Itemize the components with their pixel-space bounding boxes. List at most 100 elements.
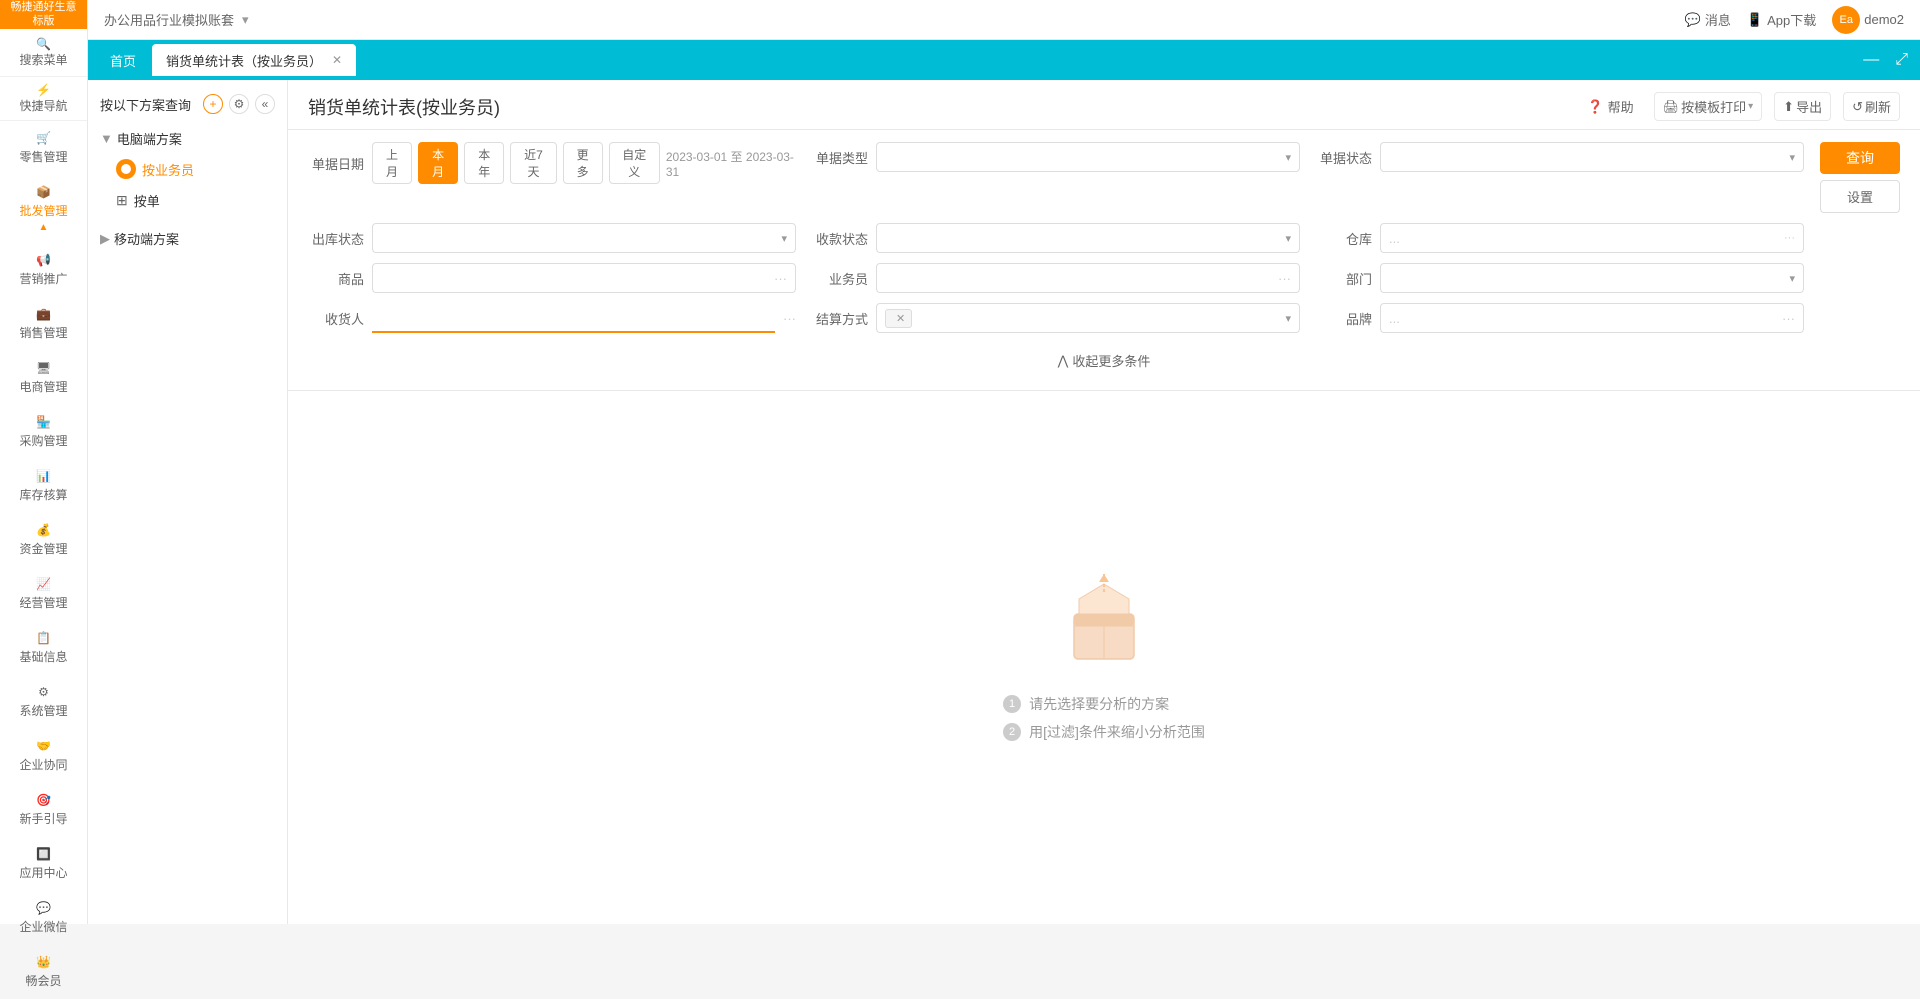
goods-select[interactable]: ···	[372, 263, 796, 293]
app-download-icon: 📱	[1747, 12, 1763, 28]
salesperson-select[interactable]: ···	[876, 263, 1300, 293]
sidebar-item-sales[interactable]: 💼 销售管理	[0, 297, 87, 351]
guide-icon: 🎯	[36, 793, 51, 807]
brand-select[interactable]: ... ···	[1380, 303, 1804, 333]
scheme-item-by-salesperson[interactable]: 按业务员	[88, 153, 287, 185]
date-btn-7days[interactable]: 近7天	[510, 142, 556, 184]
sidebar-item-retail[interactable]: 🛒 零售管理	[0, 121, 87, 175]
sidebar-item-label: 采购管理	[19, 432, 67, 449]
page-actions: ❓ 帮助 🖨 按模板打印 ▾ ⬆ 导出 ↺ 刷新	[1579, 92, 1900, 121]
collapse-panel-button[interactable]: «	[255, 94, 275, 114]
sidebar-item-basic[interactable]: 📋 基础信息	[0, 621, 87, 675]
scheme-item-by-order[interactable]: ⊞ 按单	[88, 185, 287, 216]
sidebar-item-inventory[interactable]: 📊 库存核算	[0, 459, 87, 513]
tab-minimize-button[interactable]: —	[1859, 47, 1883, 73]
sidebar-item-purchase[interactable]: 🏪 采购管理	[0, 405, 87, 459]
payment-status-select[interactable]: ▾	[876, 223, 1300, 253]
scheme-group-mobile: ▶ 移动端方案	[88, 220, 287, 257]
date-btn-custom[interactable]: 自定义	[609, 142, 660, 184]
tab-bar: 首页 销货单统计表（按业务员） ✕ — ⤢	[88, 40, 1920, 80]
sidebar-item-label: 搜索菜单	[0, 51, 87, 68]
settlement-tag: ✕	[885, 309, 912, 328]
sidebar-item-finance[interactable]: 💰 资金管理	[0, 513, 87, 567]
scheme-active-icon	[116, 159, 136, 179]
export-icon: ⬆	[1783, 99, 1794, 115]
sidebar-item-label: 营销推广	[19, 270, 67, 287]
left-panel-actions: + ⚙ «	[203, 94, 275, 114]
help-button[interactable]: ❓ 帮助	[1579, 93, 1641, 120]
app-name: 畅捷通好生意	[11, 0, 77, 14]
chevron-up-icon: ▲	[39, 222, 49, 233]
sidebar-item-app-center[interactable]: 🔲 应用中心	[0, 837, 87, 891]
sidebar-item-label: 销售管理	[19, 324, 67, 341]
scheme-group-pc-header[interactable]: ▼ 电脑端方案	[88, 124, 287, 153]
settings-scheme-button[interactable]: ⚙	[229, 94, 249, 114]
refresh-label: 刷新	[1865, 97, 1891, 116]
date-btn-last-month[interactable]: 上月	[372, 142, 412, 184]
warehouse-value: ...	[1389, 231, 1400, 246]
doc-type-select[interactable]: ▾	[876, 142, 1300, 172]
sidebar-item-label: 批发管理	[19, 202, 67, 219]
settlement-select[interactable]: ✕ ▾	[876, 303, 1300, 333]
user-action[interactable]: Ea demo2	[1832, 6, 1904, 34]
query-button[interactable]: 查询	[1820, 142, 1900, 174]
sidebar-item-wechat[interactable]: 💬 企业微信	[0, 891, 87, 945]
settlement-dropdown-icon: ▾	[1285, 312, 1291, 325]
refresh-button[interactable]: ↺ 刷新	[1843, 92, 1900, 121]
receiver-label: 收货人	[308, 309, 364, 328]
add-scheme-button[interactable]: +	[203, 94, 223, 114]
tab-home[interactable]: 首页	[96, 44, 150, 76]
sidebar-item-marketing[interactable]: 📢 营销推广	[0, 243, 87, 297]
scheme-group-pc-label: 电脑端方案	[117, 129, 182, 148]
filter-section: 单据日期 上月 本月 本年 近7天 更多 自定义 2023-03-01 至 20…	[288, 130, 1920, 391]
sidebar-item-member[interactable]: 👑 畅会员	[0, 945, 87, 999]
settings-button[interactable]: 设置	[1820, 180, 1900, 213]
system-icon: ⚙	[38, 685, 49, 699]
empty-tip-2: 2 用[过滤]条件来缩小分析范围	[1003, 722, 1205, 742]
scheme-group-mobile-header[interactable]: ▶ 移动端方案	[88, 224, 287, 253]
refresh-icon: ↺	[1852, 99, 1863, 115]
sidebar-item-wholesale[interactable]: 📦 批发管理 ▲	[0, 175, 87, 243]
sidebar-item-operation[interactable]: 📈 经营管理	[0, 567, 87, 621]
breadcrumb-dropdown-icon[interactable]: ▾	[242, 12, 249, 28]
app-center-icon: 🔲	[36, 847, 51, 861]
message-action[interactable]: 💬 消息	[1685, 10, 1731, 29]
avatar: Ea	[1832, 6, 1860, 34]
app-download-label: App下载	[1767, 10, 1816, 29]
basic-icon: 📋	[36, 631, 51, 645]
app-download-action[interactable]: 📱 App下载	[1747, 10, 1816, 29]
template-print-button[interactable]: 🖨 按模板打印 ▾	[1654, 92, 1763, 121]
sidebar-item-quick-nav[interactable]: ⚡ 快捷导航	[0, 77, 87, 121]
tab-maximize-button[interactable]: ⤢	[1891, 47, 1912, 73]
receiver-input[interactable]	[372, 303, 775, 333]
brand-more-icon: ···	[1782, 311, 1795, 326]
tab-home-label: 首页	[110, 51, 136, 70]
breadcrumb-area: 办公用品行业模拟账套 ▾	[104, 10, 249, 29]
grid-icon: ⊞	[116, 192, 128, 209]
tab-sales-stat[interactable]: 销货单统计表（按业务员） ✕	[152, 44, 356, 76]
department-select[interactable]: ▾	[1380, 263, 1804, 293]
sidebar-item-search[interactable]: 🔍 搜索菜单	[0, 29, 87, 77]
date-btn-more[interactable]: 更多	[563, 142, 603, 184]
scheme-group-mobile-label: 移动端方案	[114, 229, 179, 248]
date-btn-this-year[interactable]: 本年	[464, 142, 504, 184]
sidebar-item-enterprise[interactable]: 🤝 企业协同	[0, 729, 87, 783]
left-panel: 按以下方案查询 + ⚙ « ▼ 电脑端方案 按业务员	[88, 80, 288, 924]
settlement-label: 结算方式	[812, 309, 868, 328]
collapse-filter-button[interactable]: ⋀ 收起更多条件	[1046, 347, 1163, 374]
sidebar-item-system[interactable]: ⚙ 系统管理	[0, 675, 87, 729]
collapse-up-icon: ⋀	[1058, 353, 1069, 369]
settlement-tag-close-button[interactable]: ✕	[896, 312, 905, 325]
sidebar-item-ecommerce[interactable]: 🖥 电商管理	[0, 351, 87, 405]
sidebar-item-guide[interactable]: 🎯 新手引导	[0, 783, 87, 837]
template-dropdown-icon: ▾	[1748, 101, 1753, 112]
header-actions: 💬 消息 📱 App下载 Ea demo2	[1685, 6, 1904, 34]
date-btn-this-month[interactable]: 本月	[418, 142, 458, 184]
search-icon: 🔍	[0, 37, 87, 51]
tab-close-icon[interactable]: ✕	[332, 53, 342, 67]
export-button[interactable]: ⬆ 导出	[1774, 92, 1831, 121]
stock-status-select[interactable]: ▾	[372, 223, 796, 253]
warehouse-select[interactable]: ... ···	[1380, 223, 1804, 253]
doc-status-dropdown-icon: ▾	[1789, 151, 1795, 164]
doc-status-select[interactable]: ▾	[1380, 142, 1804, 172]
